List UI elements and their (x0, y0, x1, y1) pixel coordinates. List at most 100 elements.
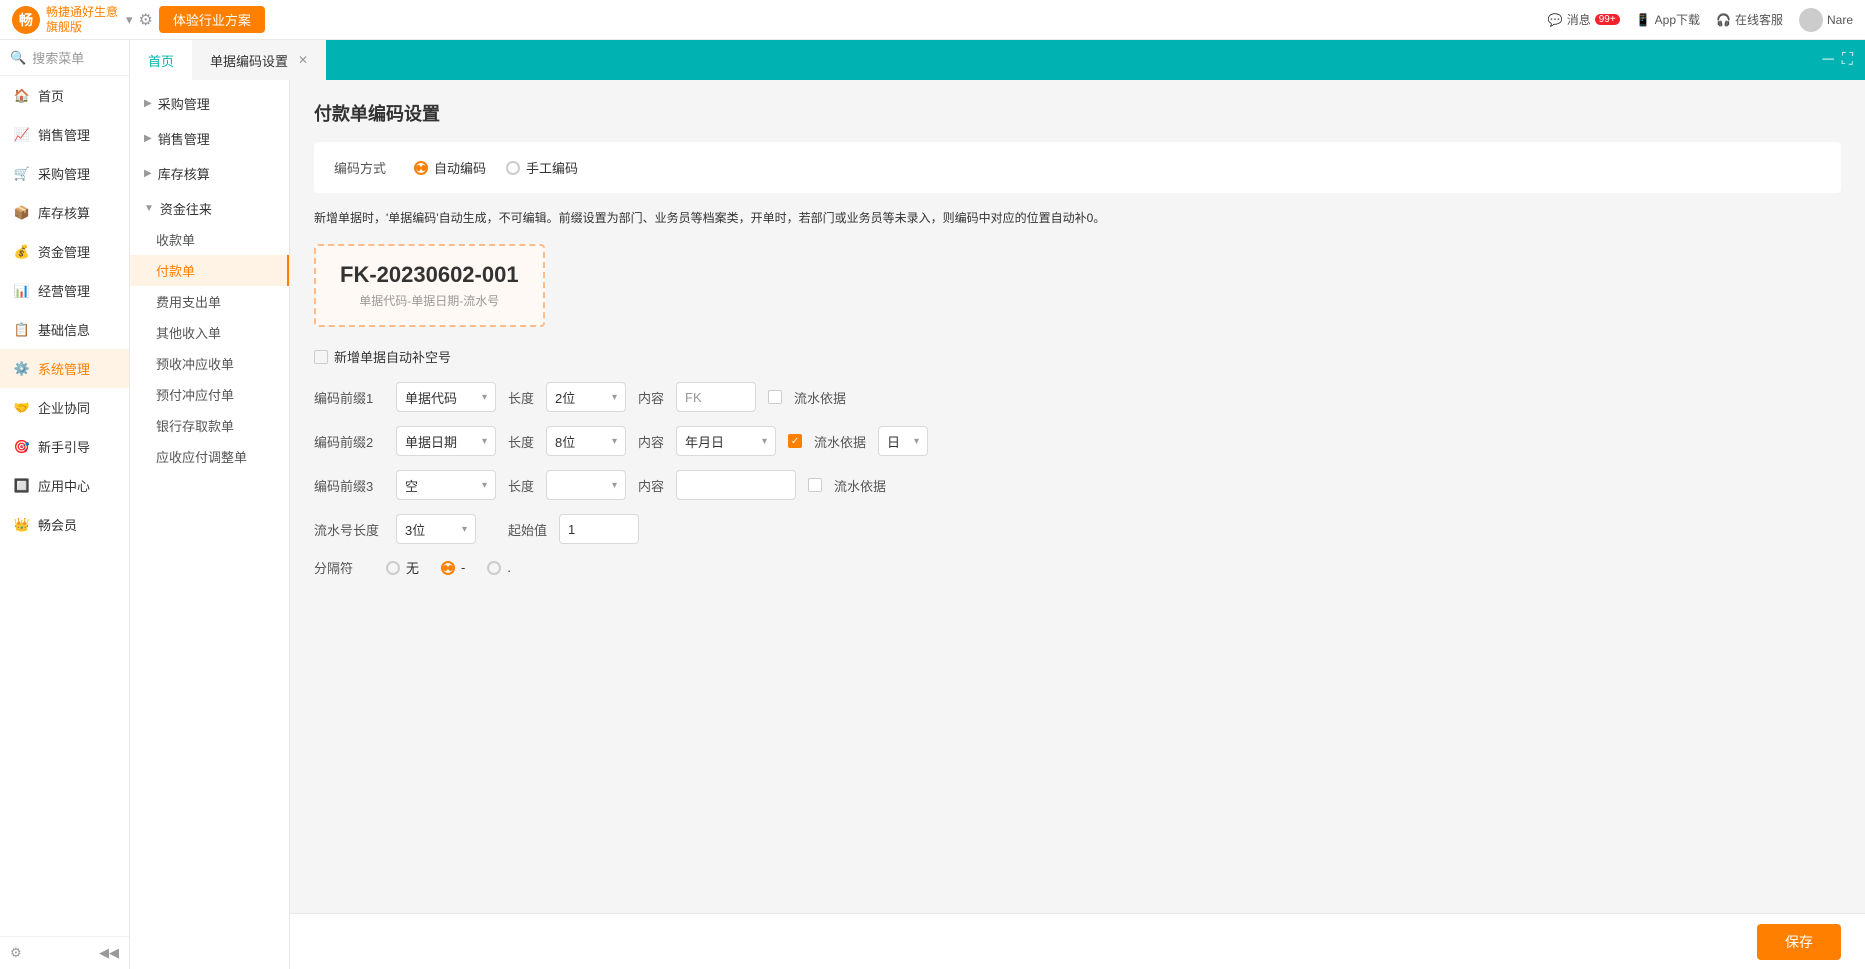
sidebar-item-vip[interactable]: 👑 畅会员 (0, 505, 129, 544)
prefix1-select[interactable]: 单据代码 ▾ (396, 382, 496, 412)
prefix1-serial-label: 流水依据 (794, 388, 846, 407)
prefix1-serial-checkbox[interactable] (768, 390, 782, 404)
operation-icon: 📊 (14, 283, 30, 299)
sidebar-item-basic[interactable]: 📋 基础信息 (0, 310, 129, 349)
dropdown-arrow[interactable]: ▾ (126, 12, 133, 28)
sub-group-stock: ▶ 库存核算 (130, 158, 289, 189)
sub-group-capital-title[interactable]: ▼ 资金往来 (130, 193, 289, 224)
download-btn[interactable]: 📱 App下载 (1636, 11, 1700, 28)
tab-minimize-icon[interactable]: ─ (1822, 51, 1833, 69)
encoding-method-group: 编码方式 自动编码 手工编码 (334, 158, 1821, 177)
prefix1-length-chevron: ▾ (612, 392, 617, 403)
sidebar-item-operation[interactable]: 📊 经营管理 (0, 271, 129, 310)
tab-maximize-icon[interactable]: ⛶ (1842, 51, 1853, 69)
sidebar-item-system[interactable]: ⚙️ 系统管理 (0, 349, 129, 388)
prefix2-day-select[interactable]: 日 ▾ (878, 426, 928, 456)
sub-group-stock-title[interactable]: ▶ 库存核算 (130, 158, 289, 189)
auto-fill-row: 新增单据自动补空号 (314, 347, 1841, 366)
auto-fill-checkbox[interactable] (314, 350, 328, 364)
service-btn[interactable]: 🎧 在线客服 (1716, 11, 1783, 28)
encoding-method-card: 编码方式 自动编码 手工编码 (314, 142, 1841, 193)
sub-group-sales-title[interactable]: ▶ 销售管理 (130, 123, 289, 154)
bottom-bar: 保存 (290, 913, 1865, 969)
sub-group-purchase-title[interactable]: ▶ 采购管理 (130, 88, 289, 119)
user-info[interactable]: Nare (1799, 8, 1853, 32)
sep-dash-dot (441, 561, 455, 575)
prefix1-length-select[interactable]: 2位 ▾ (546, 382, 626, 412)
sub-child-prepay-receivable[interactable]: 预收冲应收单 (130, 348, 289, 379)
sidebar-item-sales[interactable]: 📈 销售管理 (0, 115, 129, 154)
prefix3-length-select[interactable]: ▾ (546, 470, 626, 500)
prefix2-serial-checkbox[interactable]: ✓ (788, 434, 802, 448)
basic-icon: 📋 (14, 322, 30, 338)
prefix2-content-label: 内容 (638, 432, 664, 451)
sidebar-item-purchase[interactable]: 🛒 采购管理 (0, 154, 129, 193)
encoding-method-label: 编码方式 (334, 158, 386, 177)
sub-group-purchase: ▶ 采购管理 (130, 88, 289, 119)
sub-child-receipt[interactable]: 收款单 (130, 224, 289, 255)
prefix2-content-select[interactable]: 年月日 ▾ (676, 426, 776, 456)
code-preview-main: FK-20230602-001 (340, 262, 519, 288)
prefix1-length-label: 长度 (508, 388, 534, 407)
tab-home[interactable]: 首页 (130, 40, 192, 80)
auto-radio[interactable]: 自动编码 (414, 158, 486, 177)
message-btn[interactable]: 💬 消息 99+ (1548, 11, 1620, 28)
settings-bottom-icon[interactable]: ⚙ (10, 945, 22, 961)
prefix3-select[interactable]: 空 ▾ (396, 470, 496, 500)
search-icon: 🔍 (10, 50, 26, 66)
prefix3-row: 编码前缀3 空 ▾ 长度 ▾ 内容 (314, 470, 1841, 500)
trial-btn[interactable]: 体验行业方案 (159, 6, 265, 33)
sep-dot-radio[interactable]: . (487, 560, 511, 575)
prefix2-select[interactable]: 单据日期 ▾ (396, 426, 496, 456)
message-icon: 💬 (1548, 13, 1563, 27)
guide-icon: 🎯 (14, 439, 30, 455)
sidebar-item-apps[interactable]: 🔲 应用中心 (0, 466, 129, 505)
prefix1-row: 编码前缀1 单据代码 ▾ 长度 2位 ▾ 内容 (314, 382, 1841, 412)
content-area: 首页 单据编码设置 ✕ ─ ⛶ ▶ 采购管理 (130, 40, 1865, 969)
tab-close-encoding[interactable]: ✕ (298, 53, 308, 67)
start-value-input[interactable]: 1 (559, 514, 639, 544)
sidebar-item-home[interactable]: 🏠 首页 (0, 76, 129, 115)
prefix3-serial-label: 流水依据 (834, 476, 886, 495)
sub-child-expense[interactable]: 费用支出单 (130, 286, 289, 317)
prefix2-serial-label: 流水依据 (814, 432, 866, 451)
auto-radio-dot (414, 161, 428, 175)
sidebar-item-enterprise[interactable]: 🤝 企业协同 (0, 388, 129, 427)
vip-icon: 👑 (14, 517, 30, 533)
prefix3-label: 编码前缀3 (314, 476, 384, 495)
sidebar-item-finance[interactable]: 💰 资金管理 (0, 232, 129, 271)
sidebar-item-guide[interactable]: 🎯 新手引导 (0, 427, 129, 466)
sub-child-prepay-payable[interactable]: 预付冲应付单 (130, 379, 289, 410)
manual-radio[interactable]: 手工编码 (506, 158, 578, 177)
chevron-down-icon: ▼ (144, 203, 154, 214)
sep-dash-radio[interactable]: - (441, 560, 465, 575)
prefix2-length-select[interactable]: 8位 ▾ (546, 426, 626, 456)
page-content: 付款单编码设置 编码方式 自动编码 (290, 80, 1865, 913)
save-button[interactable]: 保存 (1757, 924, 1841, 960)
logo-text: 畅捷通好生意 旗舰版 (46, 5, 118, 34)
separator-label: 分隔符 (314, 558, 374, 577)
sep-none-radio[interactable]: 无 (386, 558, 419, 577)
prefix3-serial-checkbox[interactable] (808, 478, 822, 492)
sidebar-item-inventory[interactable]: 📦 库存核算 (0, 193, 129, 232)
home-icon: 🏠 (14, 88, 30, 104)
top-bar-controls: ▾ ⚙ 体验行业方案 (126, 6, 265, 33)
sep-none-dot (386, 561, 400, 575)
sidebar-search[interactable]: 🔍 搜索菜单 (0, 40, 129, 76)
user-avatar (1799, 8, 1823, 32)
serial-length-select[interactable]: 3位 ▾ (396, 514, 476, 544)
sub-child-bank-deposit[interactable]: 银行存取款单 (130, 410, 289, 441)
prefix3-length-chevron: ▾ (612, 480, 617, 491)
sub-child-receivable-payable[interactable]: 应收应付调整单 (130, 441, 289, 472)
separator-row: 分隔符 无 - . (314, 558, 1841, 577)
page-title: 付款单编码设置 (314, 100, 1841, 126)
info-text: 新增单据时，'单据编码'自动生成，不可编辑。前缀设置为部门、业务员等档案类，开单… (314, 209, 1841, 228)
sub-group-sales: ▶ 销售管理 (130, 123, 289, 154)
settings-icon[interactable]: ⚙ (139, 10, 153, 30)
tab-encoding[interactable]: 单据编码设置 ✕ (192, 40, 326, 80)
collapse-icon[interactable]: ◀◀ (99, 945, 119, 961)
tab-bar-right: ─ ⛶ (1822, 51, 1865, 69)
sub-child-other-income[interactable]: 其他收入单 (130, 317, 289, 348)
tab-bar: 首页 单据编码设置 ✕ ─ ⛶ (130, 40, 1865, 80)
sub-child-payment[interactable]: 付款单 (130, 255, 289, 286)
